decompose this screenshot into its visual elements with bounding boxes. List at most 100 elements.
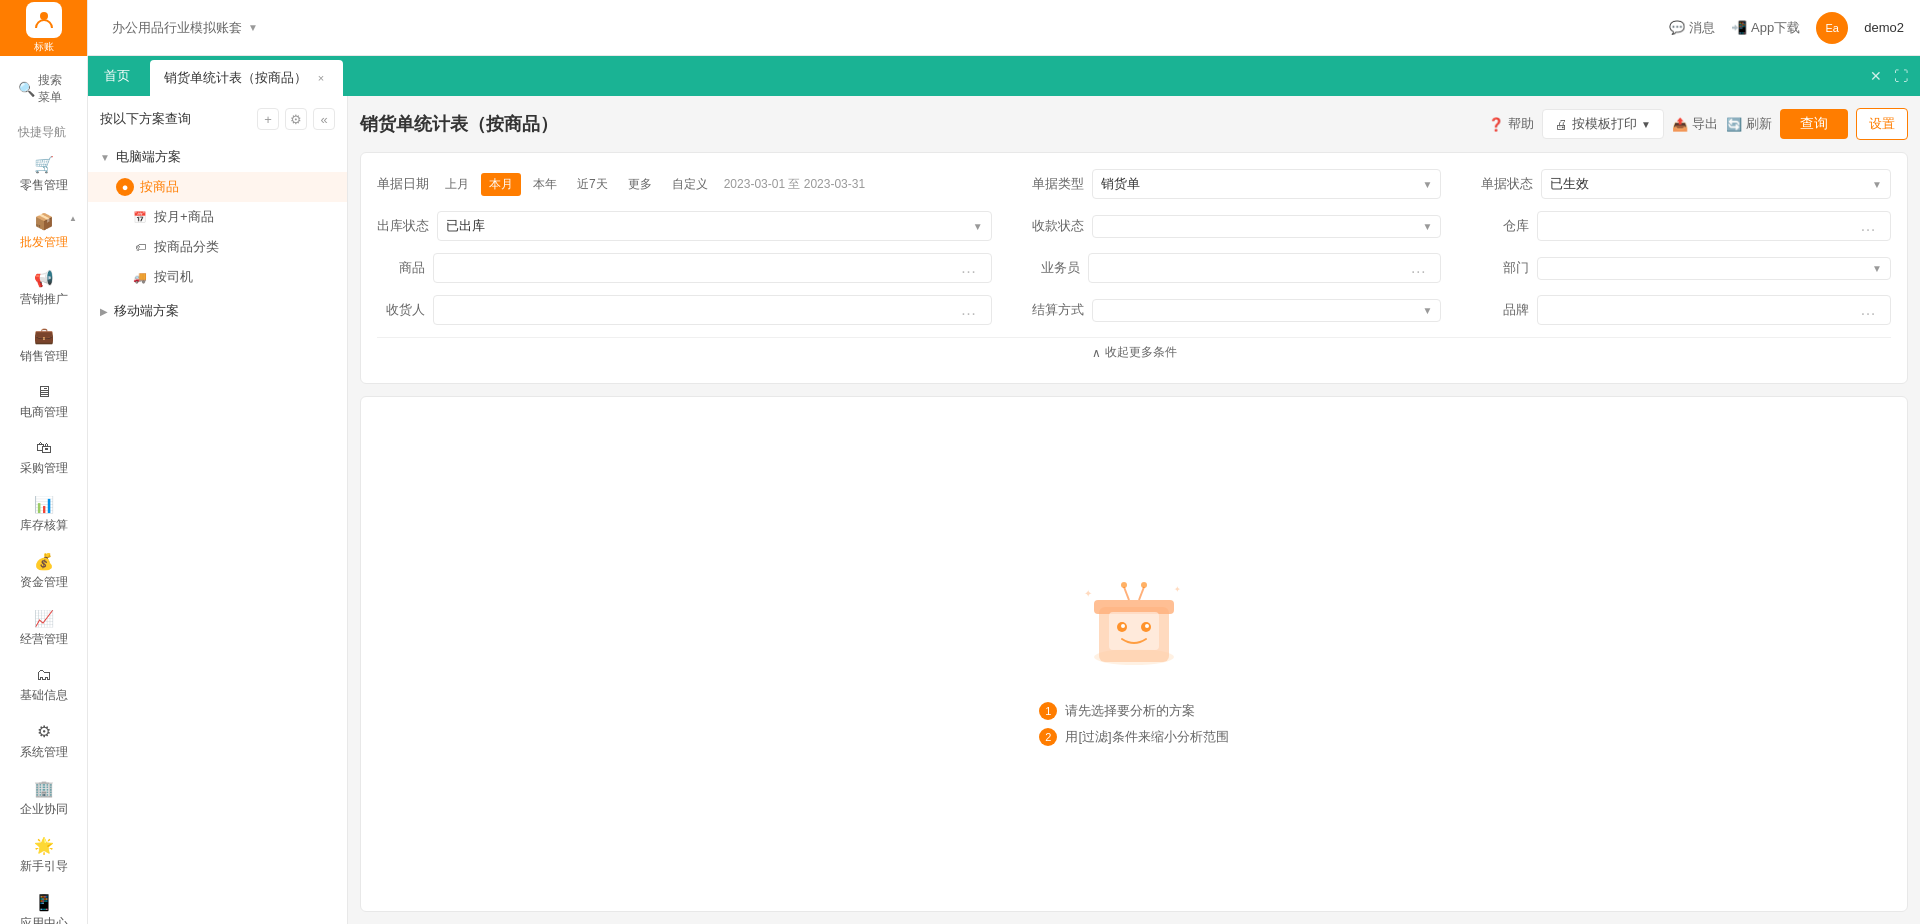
svg-point-12 [1141,582,1147,588]
tree-item-by-cashier[interactable]: 🚚 按司机 [88,262,347,292]
date-tab-custom[interactable]: 自定义 [664,173,716,196]
settings-button[interactable]: 设置 [1856,108,1908,140]
filter-payment-item: 结算方式 ▼ [1032,299,1442,322]
tab-maximize-btn[interactable]: ⛶ [1890,64,1912,88]
payment-label: 结算方式 [1032,301,1092,319]
date-tab-last-month[interactable]: 上月 [437,173,477,196]
salesman-input[interactable]: … [1088,253,1442,283]
tab-home[interactable]: 首页 [88,56,146,96]
app-logo[interactable]: 标账 [0,0,87,56]
tree-item-by-product[interactable]: ● 按商品 [88,172,347,202]
query-button[interactable]: 查询 [1780,109,1848,139]
by-cashier-label: 按司机 [154,268,193,286]
tip-num-2: 2 [1039,728,1057,746]
message-btn[interactable]: 💬 消息 [1669,19,1715,37]
sidebar-item-appstore[interactable]: 📱 应用中心 [6,885,81,924]
sidebar-item-marketing[interactable]: 📢 营销推广 [6,261,81,316]
recv-status-select[interactable]: ▼ [1092,215,1442,238]
collapse-filter-btn[interactable]: ∧ 收起更多条件 [377,337,1891,367]
settings-scheme-btn[interactable]: ⚙ [285,108,307,130]
brand-dots[interactable]: … [1854,301,1882,319]
doc-status-caret: ▼ [1872,179,1882,190]
ecom-icon: 🖥 [36,383,52,401]
receiver-dots[interactable]: … [955,301,983,319]
date-tab-more[interactable]: 更多 [620,173,660,196]
salesman-dots[interactable]: … [1404,259,1432,277]
sidebar-item-sales[interactable]: 💼 销售管理 [6,318,81,373]
sidebar-item-ops[interactable]: 📈 经营管理 [6,601,81,656]
payment-caret: ▼ [1422,305,1432,316]
message-icon: 💬 [1669,20,1685,35]
dept-label: 部门 [1481,259,1537,277]
warehouse-input[interactable]: … [1537,211,1891,241]
header-actions: 💬 消息 📲 App下载 Ea demo2 [1669,12,1904,44]
print-btn[interactable]: 🖨 按模板打印 ▼ [1542,109,1664,139]
export-btn[interactable]: 📤 导出 [1672,115,1718,133]
tab-active[interactable]: 销货单统计表（按商品） × [150,60,343,96]
add-scheme-btn[interactable]: + [257,108,279,130]
sidebar-item-retail[interactable]: 🛒 零售管理 [6,147,81,202]
payment-select[interactable]: ▼ [1092,299,1442,322]
sidebar-item-base[interactable]: 🗂 基础信息 [6,658,81,712]
sidebar-item-guide[interactable]: 🌟 新手引导 [6,828,81,883]
app-download-btn[interactable]: 📲 App下载 [1731,19,1800,37]
goods-dots[interactable]: … [955,259,983,277]
empty-state: ✦ ✦ 1 请先选择要分析的方案 2 用[过滤]条件来缩小分析范围 [360,396,1908,912]
doc-type-select[interactable]: 销货单 ▼ [1092,169,1442,199]
top-header: 办公用品行业模拟账套 ▼ 💬 消息 📲 App下载 Ea demo2 [88,0,1920,56]
by-category-label: 按商品分类 [154,238,219,256]
avatar-initials: Ea [1826,22,1839,34]
sidebar-item-system[interactable]: ⚙ 系统管理 [6,714,81,769]
tab-minimize-btn[interactable]: ✕ [1866,64,1886,88]
empty-tip-1: 1 请先选择要分析的方案 [1039,702,1228,720]
warehouse-dots[interactable]: … [1854,217,1882,235]
out-status-select[interactable]: 已出库 ▼ [437,211,992,241]
user-name[interactable]: demo2 [1864,20,1904,35]
empty-illustration: ✦ ✦ [1074,562,1194,682]
svg-text:✦: ✦ [1174,585,1181,594]
receiver-input[interactable]: … [433,295,992,325]
date-tab-this-year[interactable]: 本年 [525,173,565,196]
tip-num-1: 1 [1039,702,1057,720]
help-btn[interactable]: ❓ 帮助 [1488,115,1534,133]
tree-mobile-header[interactable]: ▶ 移动端方案 [88,296,347,326]
sidebar-item-finance[interactable]: 💰 资金管理 [6,544,81,599]
recv-status-label: 收款状态 [1032,217,1092,235]
panel-action-buttons: + ⚙ « [257,108,335,130]
sidebar-item-company[interactable]: 🏢 企业协同 [6,771,81,826]
filter-dept-item: 部门 ▼ [1481,257,1891,280]
svg-point-0 [40,12,48,20]
user-avatar[interactable]: Ea [1816,12,1848,44]
refresh-btn[interactable]: 🔄 刷新 [1726,115,1772,133]
tab-close-btn[interactable]: × [313,70,329,86]
sidebar-item-stock[interactable]: 📊 库存核算 [6,487,81,542]
tree-section: ▼ 电脑端方案 ● 按商品 📅 按月+商品 🏷 按商品分类 🚚 按司机 [88,138,347,330]
industry-selector[interactable]: 办公用品行业模拟账套 ▼ [104,15,266,41]
svg-rect-4 [1109,612,1159,650]
dept-select[interactable]: ▼ [1537,257,1891,280]
marketing-icon: 📢 [34,269,54,288]
filter-date-item: 单据日期 上月 本月 本年 近7天 更多 自定义 2023-03-01 至 20… [377,173,992,196]
svg-line-9 [1124,587,1129,600]
collapse-label: 收起更多条件 [1105,344,1177,361]
sidebar-item-wholesale[interactable]: 📦 批发管理 [6,204,81,259]
goods-input[interactable]: … [433,253,992,283]
brand-input[interactable]: … [1537,295,1891,325]
doc-status-select[interactable]: 已生效 ▼ [1541,169,1891,199]
tree-item-by-category[interactable]: 🏷 按商品分类 [88,232,347,262]
date-tab-this-month[interactable]: 本月 [481,173,521,196]
sidebar-item-ecom[interactable]: 🖥 电商管理 [6,375,81,429]
search-menu-btn[interactable]: 🔍 搜索菜单 [12,66,75,112]
tree-item-by-month-product[interactable]: 📅 按月+商品 [88,202,347,232]
panel-header: 按以下方案查询 + ⚙ « [88,108,347,138]
print-arrow-icon: ▼ [1641,119,1651,130]
collapse-panel-btn[interactable]: « [313,108,335,130]
sidebar-item-quick-nav[interactable]: 快捷导航 [6,120,81,145]
cashier-icon: 🚚 [132,269,148,285]
date-filter-group: 上月 本月 本年 近7天 更多 自定义 2023-03-01 至 2023-03… [437,173,992,196]
tree-desktop-header[interactable]: ▼ 电脑端方案 [88,142,347,172]
tree-arrow-desktop: ▼ [100,152,110,163]
filter-recv-status-item: 收款状态 ▼ [1032,215,1442,238]
sidebar-item-purchase[interactable]: 🛍 采购管理 [6,431,81,485]
date-tab-7days[interactable]: 近7天 [569,173,616,196]
